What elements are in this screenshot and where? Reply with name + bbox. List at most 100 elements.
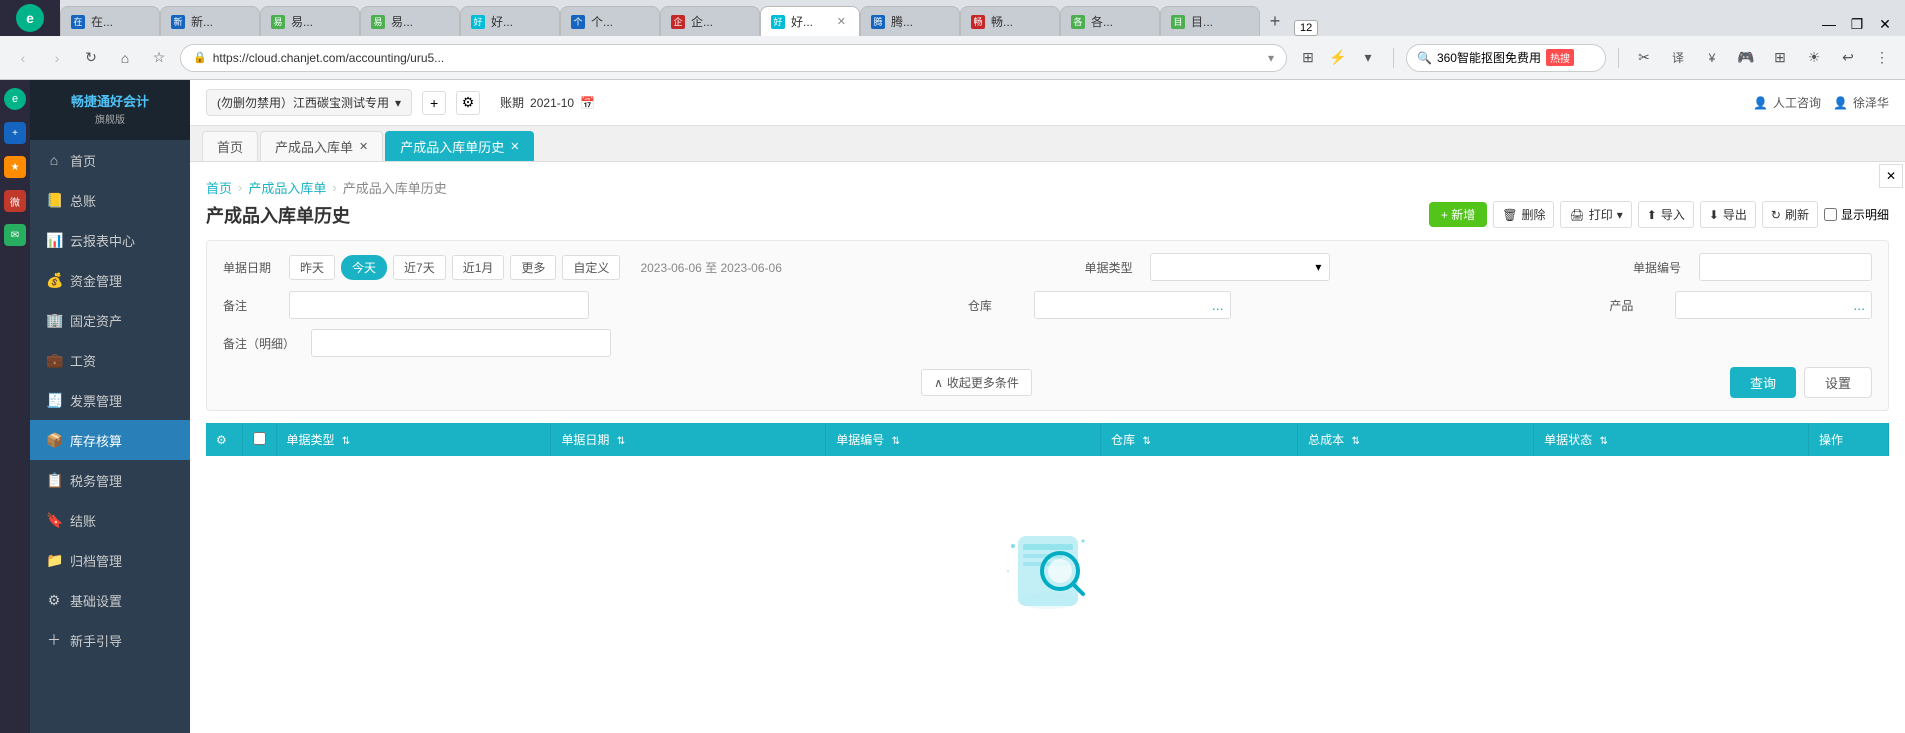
date-custom[interactable]: 自定义 [562,255,620,280]
app-icon-1[interactable]: + [4,122,26,144]
note-filter-input[interactable] [289,291,589,319]
company-selector[interactable]: (勿删勿禁用）江西碳宝测试专用 ▾ [206,89,412,116]
sidebar-item-payroll[interactable]: 💼 工资 [30,340,190,380]
page-tab-history-close[interactable]: ✕ [510,140,519,153]
yuan-icon[interactable]: ¥ [1699,45,1725,71]
grid-icon[interactable]: ⊞ [1295,45,1321,71]
sidebar-item-home[interactable]: ⌂ 首页 [30,140,190,180]
sidebar-item-tax[interactable]: 📋 税务管理 [30,460,190,500]
display-label[interactable]: 显示明细 [1841,206,1889,223]
add-button[interactable]: + 新增 [1429,202,1487,227]
sidebar-item-assets[interactable]: 🏢 固定资产 [30,300,190,340]
display-checkbox[interactable] [1824,208,1837,221]
page-tab-list-close[interactable]: ✕ [359,140,368,153]
new-tab-button[interactable]: + [1260,6,1290,36]
delete-button[interactable]: 🗑 删除 [1493,201,1554,228]
forward-button[interactable]: › [44,45,70,71]
tab-11[interactable]: 各 各... [1060,6,1160,36]
app-icon-2[interactable]: ★ [4,156,26,178]
refresh-button[interactable]: ↻ [78,45,104,71]
undo-icon[interactable]: ↩ [1835,45,1861,71]
table-col-number[interactable]: 单据编号 ⇅ [826,423,1101,456]
tab-10[interactable]: 畅 畅... [960,6,1060,36]
table-col-type[interactable]: 单据类型 ⇅ [276,423,551,456]
calendar-icon[interactable]: 📅 [580,96,595,110]
layout-icon[interactable]: ⊞ [1767,45,1793,71]
import-button[interactable]: ⬆ 导入 [1638,201,1694,228]
select-all-checkbox[interactable] [253,432,266,445]
translate-icon[interactable]: 译 [1665,45,1691,71]
sidebar-item-newguide[interactable]: ＋ 新手引导 [30,620,190,660]
export-button[interactable]: ⬇ 导出 [1700,201,1756,228]
type-filter-select[interactable]: ▾ [1150,253,1330,281]
scissors-icon[interactable]: ✂ [1631,45,1657,71]
tab-8[interactable]: 好 好... ✕ [760,6,860,36]
search-box[interactable]: 🔍 360智能抠图免费用 热搜 [1406,44,1606,72]
page-tab-home[interactable]: 首页 [202,131,258,161]
note-detail-filter-input[interactable] [311,329,611,357]
sidebar-item-invoice[interactable]: 🧾 发票管理 [30,380,190,420]
date-more[interactable]: 更多 [510,255,556,280]
chevron-down-icon[interactable]: ▾ [1355,45,1381,71]
tab-3[interactable]: 易 易... [260,6,360,36]
product-input[interactable] [1676,298,1847,312]
sidebar-item-settings[interactable]: ⚙ 基础设置 [30,580,190,620]
refresh-button[interactable]: ↻ 刷新 [1762,201,1818,228]
app-icon-3[interactable]: 微 [4,190,26,212]
date-today[interactable]: 今天 [341,255,387,280]
breadcrumb-parent[interactable]: 产成品入库单 [248,178,326,197]
app-icon-main[interactable]: e [4,88,26,110]
sidebar-item-archive[interactable]: 📁 归档管理 [30,540,190,580]
back-button[interactable]: ‹ [10,45,36,71]
bolt-icon[interactable]: ⚡ [1325,45,1351,71]
tab-5[interactable]: 好 好... [460,6,560,36]
minimize-button[interactable]: — [1817,12,1841,36]
table-col-settings[interactable]: ⚙ [206,423,242,456]
app-icon-4[interactable]: ✉ [4,224,26,246]
maximize-button[interactable]: ❐ [1845,12,1869,36]
address-input[interactable]: 🔒 https://cloud.chanjet.com/accounting/u… [180,44,1287,72]
sun-icon[interactable]: ☀ [1801,45,1827,71]
home-button[interactable]: ⌂ [112,45,138,71]
more-icon[interactable]: ⋮ [1869,45,1895,71]
product-dots[interactable]: ... [1847,297,1871,313]
filter-settings-button[interactable]: 设置 [1804,367,1872,398]
user-avatar[interactable]: 👤 徐泽华 [1833,94,1889,111]
table-col-status[interactable]: 单据状态 ⇅ [1534,423,1809,456]
user-service[interactable]: 👤 人工咨询 [1753,94,1821,111]
sidebar-item-reports[interactable]: 📊 云报表中心 [30,220,190,260]
sidebar-item-inventory[interactable]: 📦 库存核算 [30,420,190,460]
date-1month[interactable]: 近1月 [452,255,505,280]
date-yesterday[interactable]: 昨天 [289,255,335,280]
table-col-warehouse[interactable]: 仓库 ⇅ [1101,423,1298,456]
warehouse-dots[interactable]: ... [1206,297,1230,313]
tab-7[interactable]: 企 企... [660,6,760,36]
close-button[interactable]: ✕ [1873,12,1897,36]
breadcrumb-home[interactable]: 首页 [206,178,232,197]
table-col-checkbox[interactable] [242,423,276,456]
sidebar-item-funds[interactable]: 💰 资金管理 [30,260,190,300]
gamepad-icon[interactable]: 🎮 [1733,45,1759,71]
tab-12[interactable]: 目 目... [1160,6,1260,36]
date-7days[interactable]: 近7天 [393,255,446,280]
bookmark-button[interactable]: ☆ [146,45,172,71]
tab-6[interactable]: 个 个... [560,6,660,36]
query-button[interactable]: 查询 [1730,367,1796,398]
tab-9[interactable]: 腾 腾... [860,6,960,36]
page-tab-list[interactable]: 产成品入库单 ✕ [260,131,383,161]
company-settings-button[interactable]: ⚙ [456,91,480,115]
collapse-button[interactable]: ∧ 收起更多条件 [921,369,1032,396]
sidebar-item-checkout[interactable]: 🔖 结账 [30,500,190,540]
tab-1[interactable]: 在 在... [60,6,160,36]
table-col-date[interactable]: 单据日期 ⇅ [551,423,826,456]
sidebar-item-ledger[interactable]: 📒 总账 [30,180,190,220]
number-filter-input[interactable] [1699,253,1872,281]
close-panel-button[interactable]: ✕ [1879,164,1903,188]
tab-4[interactable]: 易 易... [360,6,460,36]
print-button[interactable]: 🖨 打印 ▾ [1560,201,1631,228]
page-tab-history[interactable]: 产成品入库单历史 ✕ [385,131,534,161]
table-col-cost[interactable]: 总成本 ⇅ [1298,423,1534,456]
add-company-button[interactable]: + [422,91,446,115]
tab-8-close[interactable]: ✕ [834,14,849,29]
tab-2[interactable]: 新 新... [160,6,260,36]
